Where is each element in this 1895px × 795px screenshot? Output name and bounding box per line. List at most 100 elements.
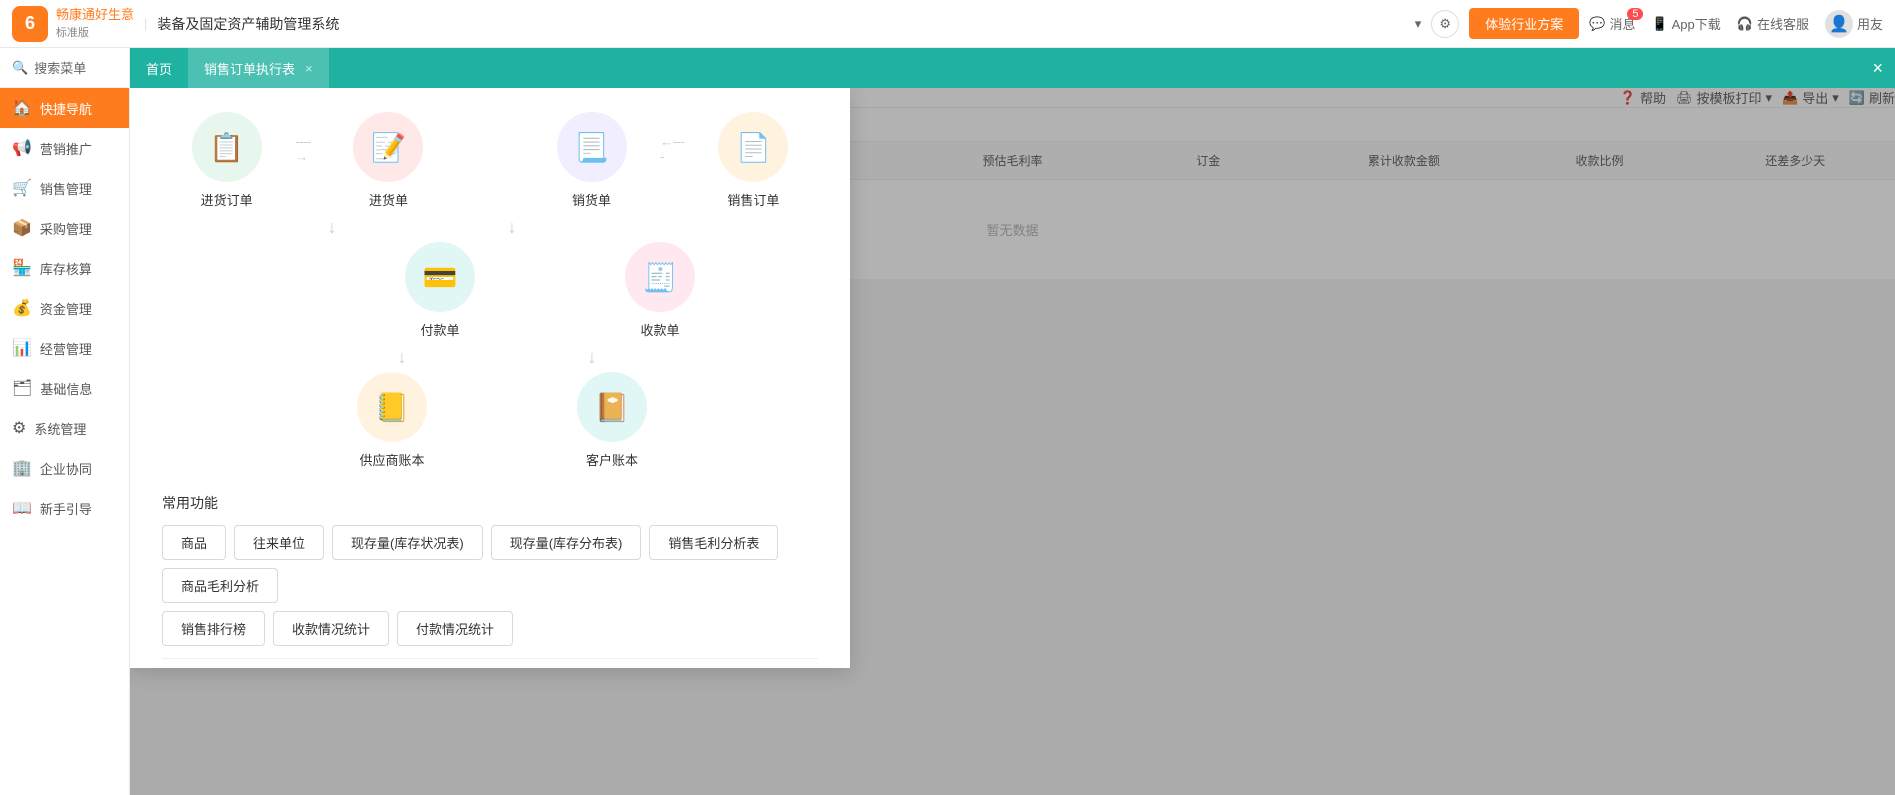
service-icon: 🎧	[1737, 16, 1753, 32]
purchase-bill-label: 进货单	[369, 190, 408, 209]
common-btn-goods-profit[interactable]: 商品毛利分析	[162, 568, 278, 603]
payment-icon: 💳	[423, 261, 458, 294]
flow-node-sale-order: 📄 销售订单	[689, 112, 818, 209]
common-btn-receipt-stats[interactable]: 收款情况统计	[273, 611, 389, 646]
common-btn-goods[interactable]: 商品	[162, 525, 226, 560]
supplier-ledger-label: 供应商账本	[359, 450, 424, 469]
flow-section: 📋 进货订单 - - - - → 📝	[162, 112, 818, 469]
flow-node-supplier-ledger: 📒 供应商账本	[322, 372, 462, 469]
app-download-label: App下载	[1672, 14, 1721, 33]
tab-home[interactable]: 首页	[130, 48, 188, 88]
online-service-btn[interactable]: 🎧 在线客服	[1737, 14, 1809, 33]
modal-scrollbar[interactable]: ◀ ▶	[162, 658, 818, 668]
separator: |	[144, 16, 147, 31]
flow-row-1: 📋 进货订单 - - - - → 📝	[162, 112, 818, 209]
scroll-left-icon[interactable]: ◀	[162, 667, 172, 668]
gear-icon: ⚙	[1439, 16, 1451, 32]
sidebar-item-system[interactable]: ⚙ 系统管理	[0, 408, 129, 448]
tab-bar: 首页 销售订单执行表 × ×	[130, 48, 1895, 88]
common-btn-sales-profit[interactable]: 销售毛利分析表	[649, 525, 778, 560]
sidebar-item-finance[interactable]: 💰 资金管理	[0, 288, 129, 328]
sidebar-item-basic-info-label: 基础信息	[40, 379, 92, 398]
receipt-circle: 🧾	[625, 242, 695, 312]
sidebar-item-quick-nav[interactable]: 🏠 快捷导航	[0, 88, 129, 128]
flow-row-2: 💳 付款单 🧾 收款单	[162, 242, 818, 339]
purchase-bill-circle: 📝	[353, 112, 423, 182]
settings-button[interactable]: ⚙	[1431, 10, 1459, 38]
app-download-btn[interactable]: 📱 App下载	[1651, 14, 1720, 33]
sidebar-search-label: 搜索菜单	[34, 58, 86, 77]
sale-bill-label: 销货单	[572, 190, 611, 209]
flow-node-payment: 💳 付款单	[370, 242, 510, 339]
chevron-down-icon: ▾	[1415, 16, 1422, 32]
logo-text-area: 畅康通好生意 标准版	[56, 7, 134, 40]
common-btn-stock-status[interactable]: 现存量(库存状况表)	[332, 525, 483, 560]
sale-bill-icon: 📃	[574, 131, 609, 164]
tab-sales-order[interactable]: 销售订单执行表 ×	[188, 48, 329, 88]
sidebar-item-sales[interactable]: 🛒 销售管理	[0, 168, 129, 208]
logo-area: 6 畅康通好生意 标准版	[12, 6, 134, 42]
window-close-btn[interactable]: ×	[1872, 58, 1883, 79]
marketing-icon: 📢	[12, 138, 32, 158]
system-dropdown-btn[interactable]: ▾	[1415, 16, 1422, 32]
sidebar-search[interactable]: 🔍 搜索菜单	[0, 48, 129, 88]
supplier-ledger-circle: 📒	[357, 372, 427, 442]
flow-row-3: 📒 供应商账本 📔 客户账本	[162, 372, 818, 469]
user-label: 用友	[1857, 14, 1883, 33]
purchase-icon: 📦	[12, 218, 32, 238]
logo-text: 畅康通好生意	[56, 7, 134, 24]
content-body: ❓ 帮助 🖨 按模板打印 ▾ 📤 导出 ▾ 🔄	[130, 88, 1895, 795]
sale-order-circle: 📄	[718, 112, 788, 182]
guide-icon: 📖	[12, 498, 32, 518]
finance-icon: 💰	[12, 298, 32, 318]
sidebar-item-purchase-label: 采购管理	[40, 219, 92, 238]
receipt-icon: 🧾	[643, 261, 678, 294]
common-btn-sales-rank[interactable]: 销售排行榜	[162, 611, 265, 646]
sidebar-item-inventory[interactable]: 🏪 库存核算	[0, 248, 129, 288]
payment-label: 付款单	[420, 320, 459, 339]
sidebar-item-operations[interactable]: 📊 经营管理	[0, 328, 129, 368]
flow-node-sale-bill: 📃 销货单	[527, 112, 656, 209]
sale-order-icon: 📄	[736, 131, 771, 164]
flow-node-purchase-bill: 📝 进货单	[324, 112, 453, 209]
scroll-right-icon[interactable]: ▶	[808, 667, 818, 668]
flow-node-purchase-order: 📋 进货订单	[162, 112, 291, 209]
tab-close-btn[interactable]: ×	[305, 61, 313, 76]
common-title: 常用功能	[162, 493, 818, 513]
sidebar-item-sales-label: 销售管理	[40, 179, 92, 198]
sidebar-item-guide[interactable]: 📖 新手引导	[0, 488, 129, 528]
sidebar-item-system-label: 系统管理	[34, 419, 86, 438]
sale-order-label: 销售订单	[727, 190, 779, 209]
system-icon: ⚙	[12, 418, 26, 438]
content-area: 首页 销售订单执行表 × × ❓ 帮助 🖨	[130, 48, 1895, 795]
payment-circle: 💳	[405, 242, 475, 312]
common-btn-payment-stats[interactable]: 付款情况统计	[397, 611, 513, 646]
sidebar-item-marketing[interactable]: 📢 营销推广	[0, 128, 129, 168]
message-btn[interactable]: 💬 消息 5	[1589, 14, 1635, 33]
flow-node-receipt: 🧾 收款单	[590, 242, 730, 339]
purchase-bill-icon: 📝	[371, 131, 406, 164]
system-title: 装备及固定资产辅助管理系统	[157, 14, 1404, 34]
supplier-ledger-icon: 📒	[375, 391, 410, 424]
modal-dialog: 📋 进货订单 - - - - → 📝	[130, 88, 850, 668]
purchase-order-circle: 📋	[192, 112, 262, 182]
sidebar-item-basic-info[interactable]: 🗂 基础信息	[0, 368, 129, 408]
common-buttons: 商品 往来单位 现存量(库存状况表) 现存量(库存分布表) 销售毛利分析表 商品…	[162, 525, 818, 603]
online-service-label: 在线客服	[1757, 14, 1809, 33]
sidebar-item-guide-label: 新手引导	[40, 499, 92, 518]
sidebar-item-purchase[interactable]: 📦 采购管理	[0, 208, 129, 248]
basic-info-icon: 🗂	[12, 378, 32, 398]
common-btn-counterpart[interactable]: 往来单位	[234, 525, 324, 560]
message-icon: 💬	[1589, 16, 1605, 32]
common-btn-stock-dist[interactable]: 现存量(库存分布表)	[491, 525, 642, 560]
customer-ledger-label: 客户账本	[586, 450, 638, 469]
sidebar-item-enterprise[interactable]: 🏢 企业协同	[0, 448, 129, 488]
modal-overlay[interactable]: 📋 进货订单 - - - - → 📝	[130, 88, 1895, 795]
sidebar-item-enterprise-label: 企业协同	[40, 459, 92, 478]
experience-btn[interactable]: 体验行业方案	[1469, 8, 1579, 39]
top-actions: 💬 消息 5 📱 App下载 🎧 在线客服 👤 用友	[1589, 10, 1883, 38]
sidebar-item-finance-label: 资金管理	[40, 299, 92, 318]
user-btn[interactable]: 👤 用友	[1825, 10, 1883, 38]
search-icon: 🔍	[12, 60, 28, 76]
purchase-order-icon: 📋	[209, 131, 244, 164]
